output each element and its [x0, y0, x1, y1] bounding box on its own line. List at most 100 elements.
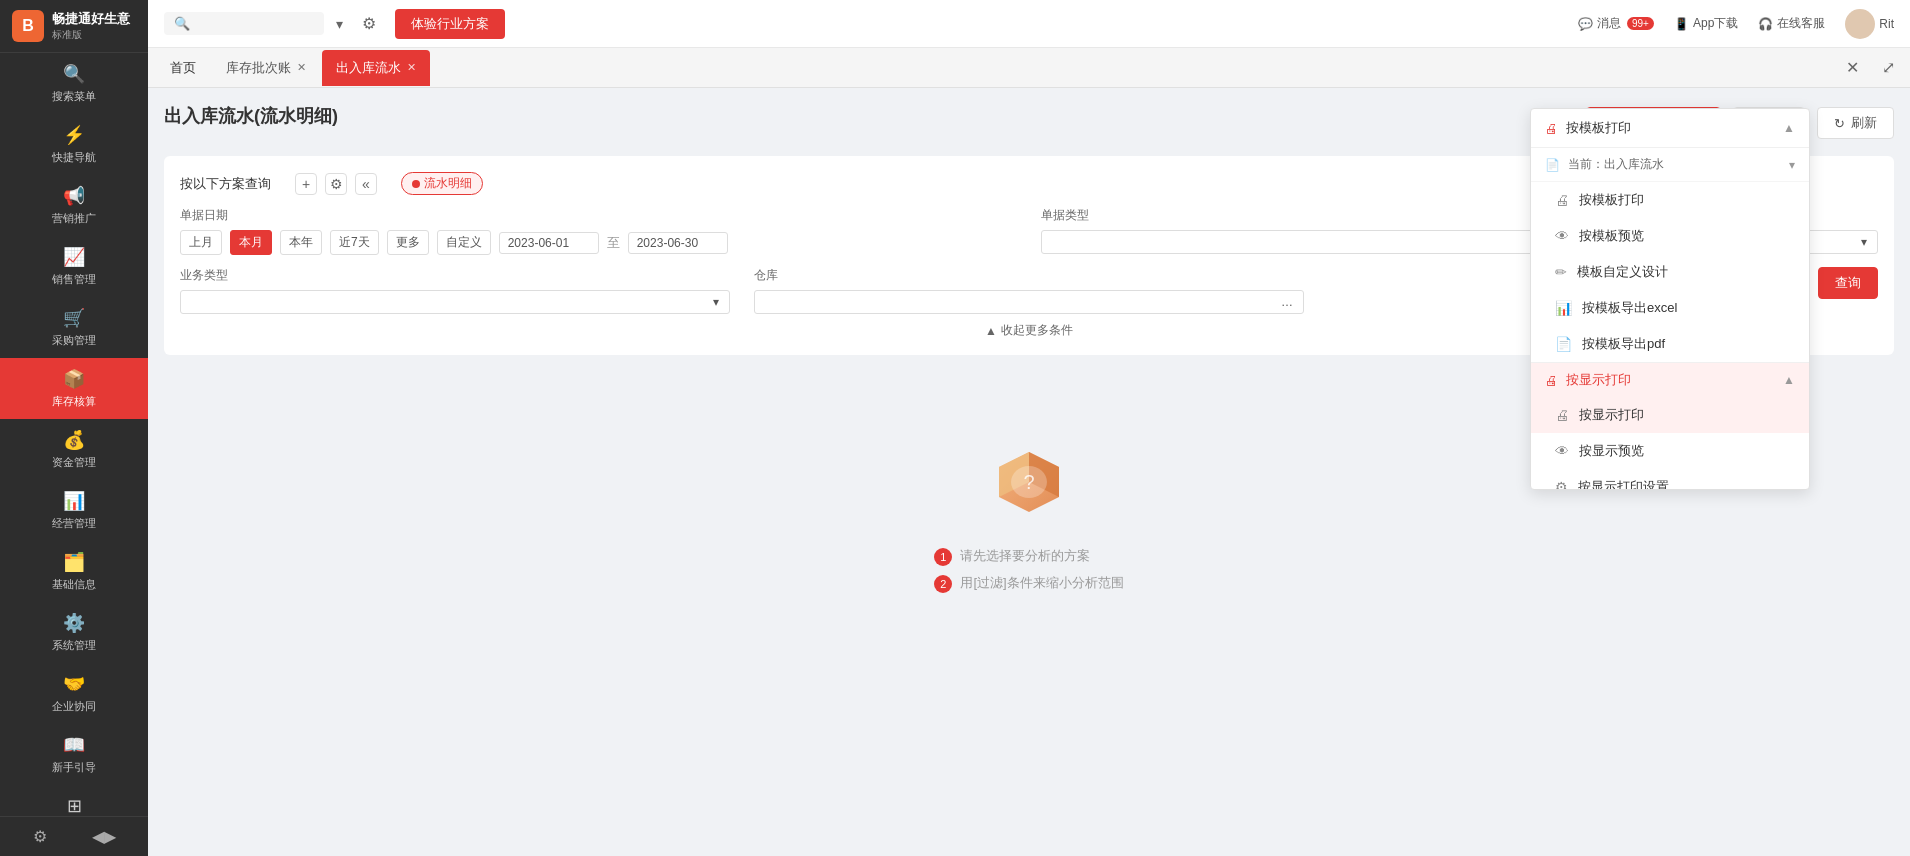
- print-item-template-print[interactable]: 🖨 按模板打印: [1531, 182, 1809, 218]
- display-settings-label: 按显示打印设置: [1578, 478, 1669, 489]
- date-end-input[interactable]: [628, 232, 728, 254]
- flash-icon: ⚡: [63, 124, 85, 146]
- tab-flow-label: 出入库流水: [336, 59, 401, 77]
- collapse-label: 收起更多条件: [1001, 322, 1073, 339]
- sidebar-item-apps[interactable]: ⊞ 应用中心: [0, 785, 148, 816]
- settings-bottom-icon[interactable]: ⚙: [33, 827, 47, 846]
- sidebar-item-guide[interactable]: 📖 新手引导: [0, 724, 148, 785]
- sidebar-item-shortcut[interactable]: ⚡ 快捷导航: [0, 114, 148, 175]
- print-item-template-design[interactable]: ✏ 模板自定义设计: [1531, 254, 1809, 290]
- empty-tips: 1 请先选择要分析的方案 2 用[过滤]条件来缩小分析范围: [934, 547, 1123, 593]
- filter-chip-active[interactable]: 流水明细: [401, 172, 483, 195]
- book-icon: 📖: [63, 734, 85, 756]
- sidebar-item-coop[interactable]: 🤝 企业协同: [0, 663, 148, 724]
- sidebar-item-search[interactable]: 🔍 搜索菜单: [0, 53, 148, 114]
- filter-collapse-btn[interactable]: «: [355, 173, 377, 195]
- filter-add-btn[interactable]: +: [295, 173, 317, 195]
- date-this-year-btn[interactable]: 本年: [280, 230, 322, 255]
- collapse-up-icon: ▲: [985, 324, 997, 338]
- brand-name: 畅捷通好生意: [52, 10, 130, 28]
- print-item-display-settings[interactable]: ⚙ 按显示打印设置: [1531, 469, 1809, 489]
- date-7days-btn[interactable]: 近7天: [330, 230, 379, 255]
- collapse-sidebar-icon[interactable]: ◀▶: [92, 827, 116, 846]
- sidebar-item-inventory[interactable]: 📦 库存核算: [0, 358, 148, 419]
- tab-close-all-btn[interactable]: ✕: [1838, 54, 1866, 82]
- tab-maximize-btn[interactable]: ⤢: [1874, 54, 1902, 82]
- tab-flow[interactable]: 出入库流水 ✕: [322, 50, 430, 86]
- empty-illustration: ?: [979, 427, 1079, 527]
- sidebar-item-marketing[interactable]: 📢 营销推广: [0, 175, 148, 236]
- filter-section-label: 按以下方案查询: [180, 175, 271, 193]
- print-item-template-pdf[interactable]: 📄 按模板导出pdf: [1531, 326, 1809, 362]
- refresh-btn[interactable]: ↻ 刷新: [1817, 107, 1894, 139]
- display-eye-icon: 👁: [1555, 443, 1569, 459]
- tab-batch-close[interactable]: ✕: [297, 61, 306, 74]
- display-settings-icon: ⚙: [1555, 479, 1568, 489]
- online-service-label: 在线客服: [1777, 15, 1825, 32]
- online-service-btn[interactable]: 🎧 在线客服: [1758, 15, 1825, 32]
- sidebar-item-label: 库存核算: [52, 394, 96, 409]
- app-download-btn[interactable]: 📱 App下载: [1674, 15, 1738, 32]
- print-menu-up-icon: ▲: [1783, 121, 1795, 135]
- warehouse-select[interactable]: …: [754, 290, 1304, 314]
- topbar-gear-btn[interactable]: ⚙: [355, 10, 383, 38]
- tip-num-1: 1: [934, 548, 952, 566]
- tab-home-label: 首页: [170, 59, 196, 77]
- template-design-label: 模板自定义设计: [1577, 263, 1668, 281]
- filter-query-btn[interactable]: 查询: [1818, 267, 1878, 299]
- topbar-search-input[interactable]: [196, 17, 296, 31]
- money-icon: 💰: [63, 429, 85, 451]
- print-item-display-preview[interactable]: 👁 按显示预览: [1531, 433, 1809, 469]
- industry-solution-btn[interactable]: 体验行业方案: [395, 9, 505, 39]
- message-btn[interactable]: 💬 消息 99+: [1578, 15, 1654, 32]
- filter-date-field: 单据日期 上月 本月 本年 近7天 更多 自定义 至: [180, 207, 1017, 255]
- gear-icon: ⚙️: [63, 612, 85, 634]
- display-preview-label: 按显示预览: [1579, 442, 1644, 460]
- filter-add-buttons: + ⚙ «: [295, 173, 377, 195]
- topbar-search-box[interactable]: 🔍: [164, 12, 324, 35]
- refresh-icon: ↻: [1834, 116, 1845, 131]
- warehouse-more-icon: …: [1281, 295, 1293, 309]
- sidebar-item-system[interactable]: ⚙️ 系统管理: [0, 602, 148, 663]
- filter-settings-btn[interactable]: ⚙: [325, 173, 347, 195]
- phone-icon: 📱: [1674, 17, 1689, 31]
- date-this-month-btn[interactable]: 本月: [230, 230, 272, 255]
- biz-type-select[interactable]: ▾: [180, 290, 730, 314]
- print-item-template-excel[interactable]: 📊 按模板导出excel: [1531, 290, 1809, 326]
- print-menu-current[interactable]: 📄 当前：出入库流水 ▾: [1531, 148, 1809, 182]
- date-last-month-btn[interactable]: 上月: [180, 230, 222, 255]
- sidebar-item-operation[interactable]: 📊 经营管理: [0, 480, 148, 541]
- topbar-dropdown-icon[interactable]: ▾: [336, 16, 343, 32]
- sidebar-bottom: ⚙ ◀▶: [0, 816, 148, 856]
- tab-flow-close[interactable]: ✕: [407, 61, 416, 74]
- tab-home[interactable]: 首页: [156, 50, 210, 86]
- app-logo-text: 畅捷通好生意 标准版: [52, 10, 130, 42]
- tabs-right-controls: ✕ ⤢: [1838, 54, 1902, 82]
- sidebar-item-label: 快捷导航: [52, 150, 96, 165]
- print-display-section[interactable]: 🖨 按显示打印 ▲: [1531, 363, 1809, 397]
- edit-icon: ✏: [1555, 264, 1567, 280]
- sidebar: B 畅捷通好生意 标准版 🔍 搜索菜单 ⚡ 快捷导航 📢 营销推广 📈 销售管理…: [0, 0, 148, 856]
- date-more-btn[interactable]: 更多: [387, 230, 429, 255]
- filter-warehouse-field: 仓库 …: [754, 267, 1304, 314]
- date-start-input[interactable]: [499, 232, 599, 254]
- tab-batch[interactable]: 库存批次账 ✕: [212, 50, 320, 86]
- date-field-label: 单据日期: [180, 207, 1017, 224]
- template-preview-label: 按模板预览: [1579, 227, 1644, 245]
- sidebar-item-finance[interactable]: 💰 资金管理: [0, 419, 148, 480]
- user-avatar: [1845, 9, 1875, 39]
- megaphone-icon: 📢: [63, 185, 85, 207]
- print-item-template-preview[interactable]: 👁 按模板预览: [1531, 218, 1809, 254]
- sidebar-item-purchase[interactable]: 🛒 采购管理: [0, 297, 148, 358]
- user-avatar-btn[interactable]: Rit: [1845, 9, 1894, 39]
- sidebar-item-basic[interactable]: 🗂️ 基础信息: [0, 541, 148, 602]
- print-item-display-print[interactable]: 🖨 按显示打印: [1531, 397, 1809, 433]
- sidebar-item-sales[interactable]: 📈 销售管理: [0, 236, 148, 297]
- sidebar-item-label: 搜索菜单: [52, 89, 96, 104]
- current-template-arrow: ▾: [1789, 158, 1795, 172]
- display-print-icon: 🖨: [1545, 373, 1558, 388]
- empty-tip-2: 2 用[过滤]条件来缩小分析范围: [934, 574, 1123, 593]
- app-download-label: App下载: [1693, 15, 1738, 32]
- biz-type-label: 业务类型: [180, 267, 730, 284]
- date-custom-btn[interactable]: 自定义: [437, 230, 491, 255]
